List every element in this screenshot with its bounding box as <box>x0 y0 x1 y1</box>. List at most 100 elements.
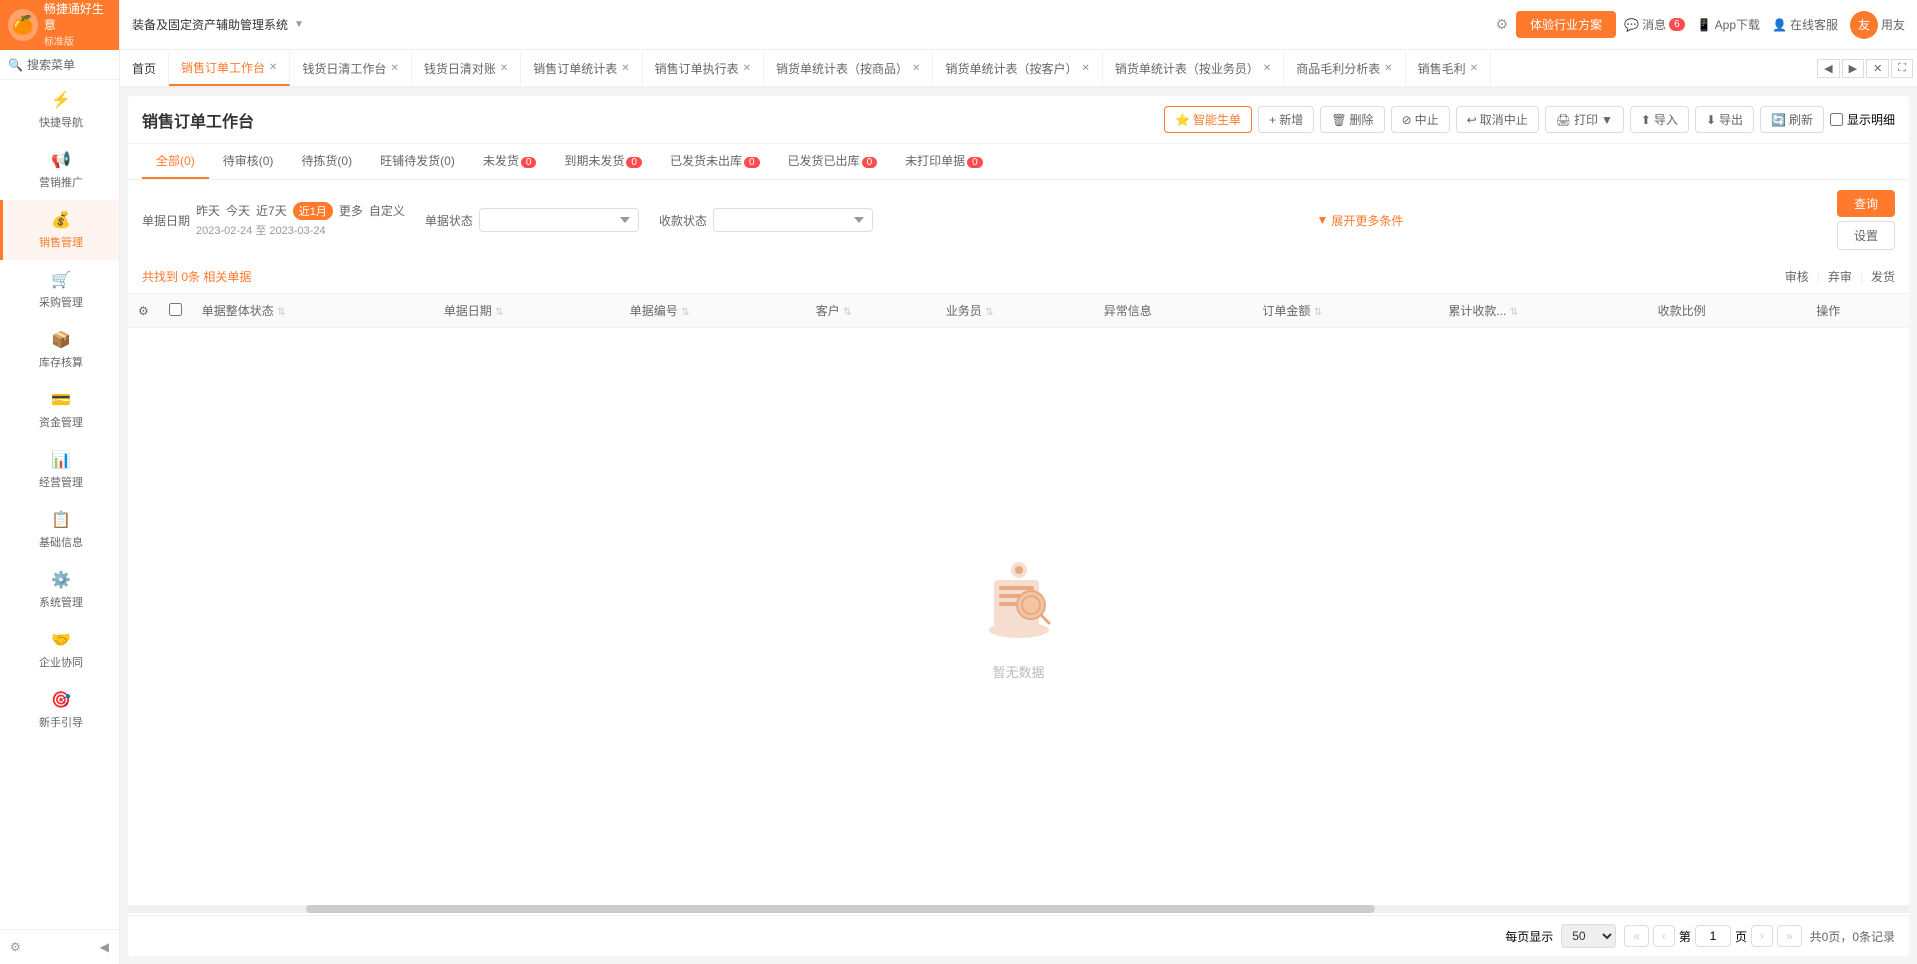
sidebar-item-sales[interactable]: 💰 销售管理 <box>0 200 119 260</box>
print-button[interactable]: 🖨 打印 ▼ <box>1545 106 1624 133</box>
date-1month-badge[interactable]: 近1月 <box>293 202 333 220</box>
prev-page-button[interactable]: ‹ <box>1653 925 1675 947</box>
sort-icon[interactable]: ⇅ <box>1314 307 1322 318</box>
page-input[interactable]: 1 <box>1695 925 1731 947</box>
tab-daily-reconcile[interactable]: 钱货日清对账 ✕ <box>412 52 521 85</box>
sidebar-item-collab[interactable]: 🤝 企业协同 <box>0 620 119 680</box>
payment-select[interactable] <box>713 208 873 232</box>
sort-icon[interactable]: ⇅ <box>681 307 689 318</box>
filter-tab-unprinted[interactable]: 未打印单据0 <box>891 144 997 179</box>
filter-tab-overdue-unshipped[interactable]: 到期未发货0 <box>550 144 656 179</box>
message-button[interactable]: 💬 消息 6 <box>1624 16 1685 33</box>
sidebar-item-purchase[interactable]: 🛒 采购管理 <box>0 260 119 320</box>
tab-sales-stats[interactable]: 销售订单统计表 ✕ <box>521 52 642 85</box>
sort-icon[interactable]: ⇅ <box>985 307 993 318</box>
sidebar-item-system[interactable]: ⚙️ 系统管理 <box>0 560 119 620</box>
first-page-button[interactable]: « <box>1624 925 1649 947</box>
sort-icon[interactable]: ⇅ <box>277 307 285 318</box>
query-button[interactable]: 查询 <box>1837 190 1895 217</box>
sort-icon[interactable]: ⇅ <box>495 307 503 318</box>
tab-sales-order-workbench[interactable]: 销售订单工作台 ✕ <box>169 51 290 86</box>
th-settings[interactable]: ⚙ <box>128 294 159 328</box>
bulk-review-button[interactable]: 审核 <box>1785 268 1809 285</box>
tab-sales-by-customer[interactable]: 销货单统计表（按客户） ✕ <box>933 52 1102 85</box>
bulk-reject-button[interactable]: 弃审 <box>1828 268 1852 285</box>
select-all-checkbox[interactable] <box>169 303 182 316</box>
sidebar-item-quicknav[interactable]: ⚡ 快捷导航 <box>0 80 119 140</box>
delete-button[interactable]: 🗑 删除 <box>1320 106 1384 133</box>
filter-tab-shipped-not-out[interactable]: 已发货未出库0 <box>656 144 774 179</box>
tab-close-all-button[interactable]: ✕ <box>1866 59 1889 78</box>
bulk-ship-button[interactable]: 发货 <box>1871 268 1895 285</box>
smart-create-button[interactable]: ⭐ 智能生单 <box>1164 106 1252 133</box>
filter-tab-unshipped[interactable]: 未发货0 <box>469 144 551 179</box>
tab-close-icon[interactable]: ✕ <box>912 63 920 74</box>
tab-close-icon[interactable]: ✕ <box>269 62 277 73</box>
sidebar-collapse-icon[interactable]: ◀ <box>100 940 109 954</box>
sidebar-search[interactable]: 🔍 搜索菜单 <box>0 50 119 80</box>
page-size-select[interactable]: 10 20 50 100 <box>1561 924 1616 948</box>
date-custom[interactable]: 自定义 <box>369 202 405 220</box>
tab-close-icon[interactable]: ✕ <box>1384 63 1392 74</box>
tab-home[interactable]: 首页 <box>120 52 169 85</box>
industry-solution-button[interactable]: 体验行业方案 <box>1516 11 1616 38</box>
stop-icon: ⊘ <box>1402 113 1412 127</box>
sidebar-item-marketing[interactable]: 📢 营销推广 <box>0 140 119 200</box>
tab-close-icon[interactable]: ✕ <box>1263 63 1271 74</box>
tab-sales-by-product[interactable]: 销货单统计表（按商品） ✕ <box>764 52 933 85</box>
sort-icon[interactable]: ⇅ <box>1510 307 1518 318</box>
tab-scroll-left-button[interactable]: ◀ <box>1817 59 1839 78</box>
settings-gear-icon[interactable]: ⚙ <box>1496 16 1509 33</box>
user-menu-button[interactable]: 友 用友 <box>1850 11 1905 39</box>
filter-tab-all[interactable]: 全部(0) <box>142 144 209 179</box>
system-dropdown-icon[interactable]: ▼ <box>294 19 304 30</box>
tab-close-icon[interactable]: ✕ <box>390 63 398 74</box>
tab-close-icon[interactable]: ✕ <box>621 63 629 74</box>
sidebar-item-inventory[interactable]: 📦 库存核算 <box>0 320 119 380</box>
tab-close-icon[interactable]: ✕ <box>500 63 508 74</box>
stop-button[interactable]: ⊘ 中止 <box>1391 106 1450 133</box>
app-download-button[interactable]: 📱 App下载 <box>1697 16 1760 33</box>
export-button[interactable]: ⬇ 导出 <box>1695 106 1754 133</box>
th-checkbox[interactable] <box>159 294 192 328</box>
online-service-button[interactable]: 👤 在线客服 <box>1772 16 1838 33</box>
date-yesterday[interactable]: 昨天 <box>196 202 220 220</box>
sidebar-item-basic-info[interactable]: 📋 基础信息 <box>0 500 119 560</box>
tab-gross-margin[interactable]: 商品毛利分析表 ✕ <box>1284 52 1405 85</box>
display-detail-checkbox[interactable] <box>1830 113 1843 126</box>
date-more[interactable]: 更多 <box>339 202 363 220</box>
sidebar-item-finance[interactable]: 💳 资金管理 <box>0 380 119 440</box>
tab-close-icon[interactable]: ✕ <box>1470 63 1478 74</box>
tab-close-icon[interactable]: ✕ <box>1081 63 1089 74</box>
last-page-button[interactable]: » <box>1777 925 1802 947</box>
expand-conditions-button[interactable]: ▼ 展开更多条件 <box>1317 212 1404 229</box>
scrollbar-thumb[interactable] <box>306 905 1375 913</box>
display-detail-label[interactable]: 显示明细 <box>1830 111 1895 128</box>
date-7days[interactable]: 近7天 <box>256 202 287 220</box>
filter-tab-shipped-out[interactable]: 已发货已出库0 <box>774 144 892 179</box>
setting-button[interactable]: 设置 <box>1837 221 1895 250</box>
tab-sales-by-staff[interactable]: 销货单统计表（按业务员） ✕ <box>1103 52 1284 85</box>
refresh-button[interactable]: 🔄 刷新 <box>1760 106 1824 133</box>
tab-scroll-right-button[interactable]: ▶ <box>1842 59 1864 78</box>
tab-daily-clear-workbench[interactable]: 钱货日清工作台 ✕ <box>290 52 411 85</box>
next-page-button[interactable]: › <box>1751 925 1773 947</box>
sidebar-item-guide[interactable]: 🎯 新手引导 <box>0 680 119 740</box>
date-today[interactable]: 今天 <box>226 202 250 220</box>
tab-sales-exec[interactable]: 销售订单执行表 ✕ <box>643 52 764 85</box>
import-button[interactable]: ⬆ 导入 <box>1630 106 1689 133</box>
filter-tab-pending-pick[interactable]: 待拣货(0) <box>287 144 366 179</box>
filter-tab-pending-review[interactable]: 待审核(0) <box>209 144 288 179</box>
cancel-stop-button[interactable]: ↩ 取消中止 <box>1456 106 1539 133</box>
sidebar: 🍊 畅捷通好生意 标准版 🔍 搜索菜单 ⚡ 快捷导航 📢 营销推广 💰 销售管理… <box>0 0 120 964</box>
filter-tab-wangpu-pending[interactable]: 旺铺待发货(0) <box>366 144 469 179</box>
tab-close-icon[interactable]: ✕ <box>743 63 751 74</box>
sort-icon[interactable]: ⇅ <box>843 307 851 318</box>
sidebar-settings-icon[interactable]: ⚙ <box>10 940 21 954</box>
tab-sales-profit[interactable]: 销售毛利 ✕ <box>1406 52 1491 85</box>
tab-fullscreen-button[interactable]: ⛶ <box>1891 59 1913 78</box>
add-button[interactable]: + 新增 <box>1258 106 1314 133</box>
horizontal-scrollbar[interactable] <box>128 905 1909 913</box>
status-select[interactable] <box>479 208 639 232</box>
sidebar-item-operations[interactable]: 📊 经营管理 <box>0 440 119 500</box>
